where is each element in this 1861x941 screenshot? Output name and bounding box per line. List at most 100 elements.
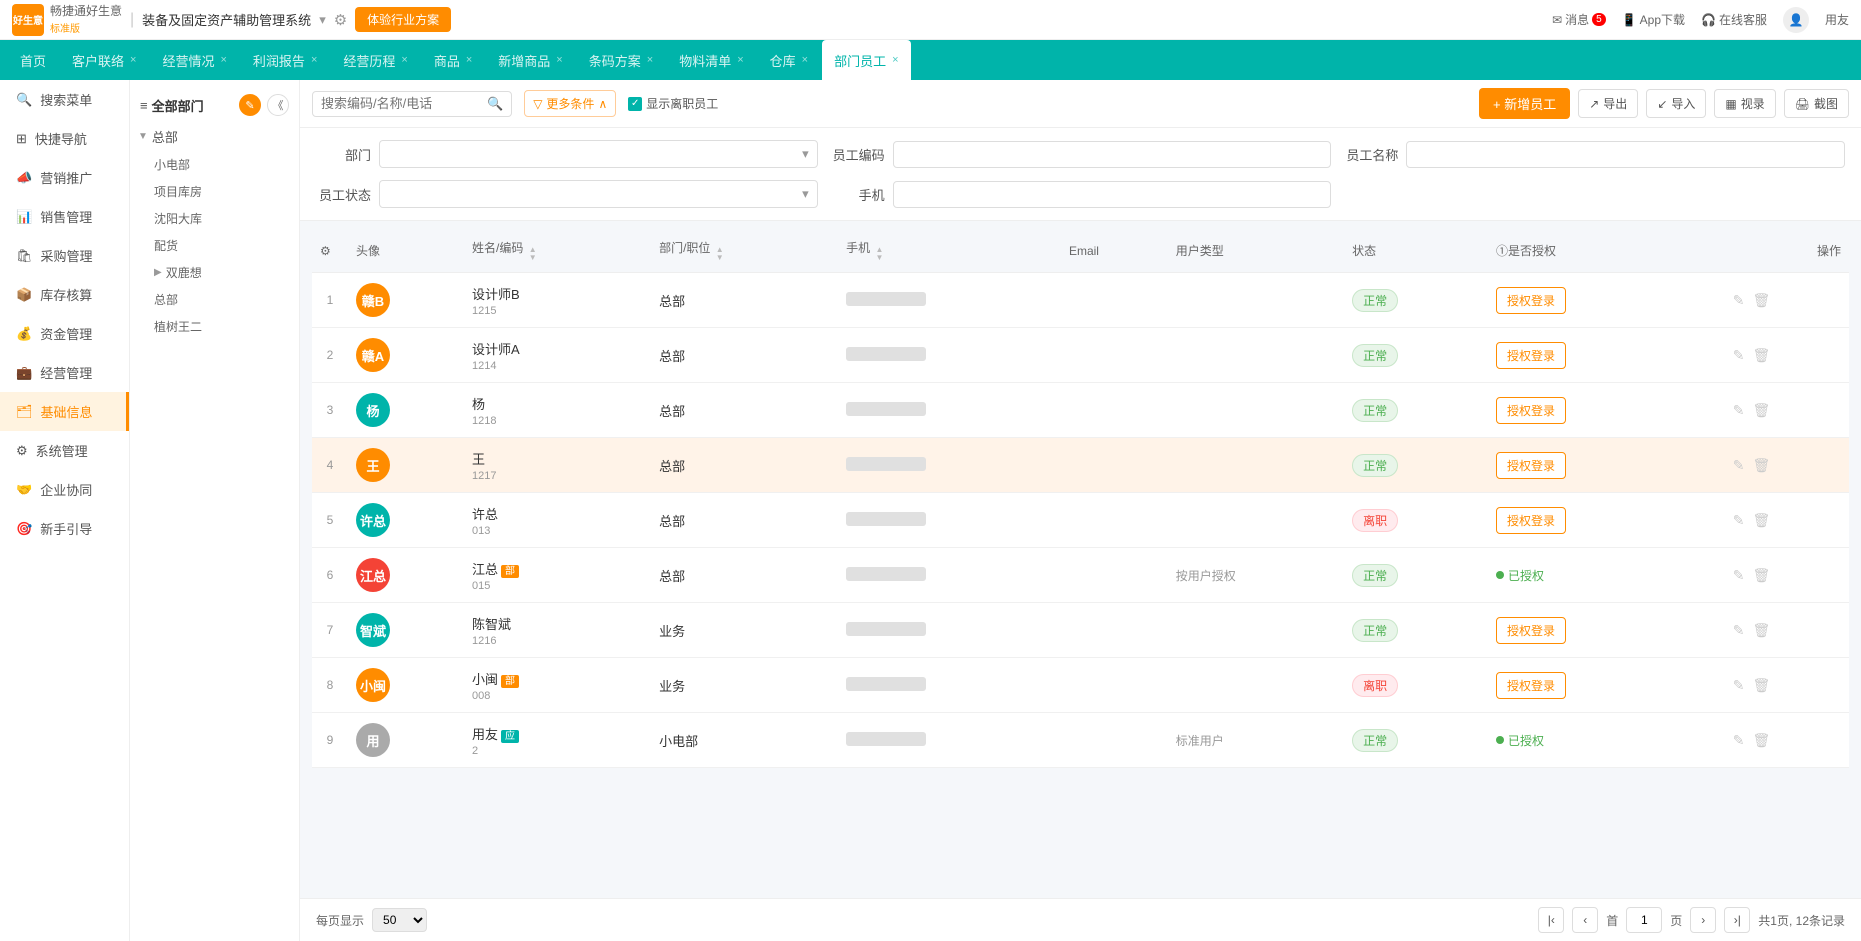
sidebar-item-shortcuts[interactable]: ⊞ 快捷导航 <box>0 119 129 158</box>
tree-node-shenyang[interactable]: 沈阳大库 <box>130 205 299 232</box>
edit-icon[interactable]: ✎ <box>1733 512 1745 529</box>
tree-node-project[interactable]: 项目库房 <box>130 178 299 205</box>
sidebar-item-guide[interactable]: 🎯 新手引导 <box>0 509 129 548</box>
sidebar-item-marketing[interactable]: 📣 营销推广 <box>0 158 129 197</box>
close-icon[interactable]: × <box>737 54 743 66</box>
nav-tab-barcode[interactable]: 条码方案 × <box>577 40 665 80</box>
import-btn[interactable]: ↙ 导入 <box>1646 89 1706 118</box>
nav-tab-profit[interactable]: 利润报告 × <box>241 40 329 80</box>
auth-login-btn[interactable]: 授权登录 <box>1496 397 1566 424</box>
edit-icon[interactable]: ✎ <box>1733 457 1745 474</box>
nav-tab-materials[interactable]: 物料清单 × <box>667 40 755 80</box>
auth-login-btn[interactable]: 授权登录 <box>1496 287 1566 314</box>
edit-icon[interactable]: ✎ <box>1733 732 1745 749</box>
tree-node-planting[interactable]: 植树王二 <box>130 313 299 340</box>
delete-icon[interactable]: 🗑 <box>1753 457 1771 474</box>
close-icon[interactable]: × <box>130 54 136 66</box>
user-avatar[interactable]: 👤 <box>1783 7 1809 33</box>
show-resigned-checkbox[interactable]: ✓ 显示离职员工 <box>628 95 718 112</box>
close-icon[interactable]: × <box>401 54 407 66</box>
sidebar-item-collab[interactable]: 🤝 企业协同 <box>0 470 129 509</box>
emp-name-input[interactable] <box>1406 141 1845 168</box>
nav-tab-department[interactable]: 部门员工 × <box>822 40 910 80</box>
sort-icon[interactable]: ▲▼ <box>876 246 884 262</box>
auth-login-btn[interactable]: 授权登录 <box>1496 617 1566 644</box>
sidebar-item-inventory[interactable]: 📦 库存核算 <box>0 275 129 314</box>
delete-icon[interactable]: 🗑 <box>1753 402 1771 419</box>
dropdown-arrow-icon[interactable]: ▾ <box>319 12 326 28</box>
nav-tab-home[interactable]: 首页 <box>8 40 58 80</box>
delete-icon[interactable]: 🗑 <box>1753 347 1771 364</box>
auth-login-btn[interactable]: 授权登录 <box>1496 342 1566 369</box>
add-employee-btn[interactable]: + 新增员工 <box>1479 88 1570 119</box>
close-icon[interactable]: × <box>311 54 317 66</box>
edit-icon[interactable]: ✎ <box>1733 622 1745 639</box>
search-input[interactable] <box>321 96 481 111</box>
tree-node-headquarters-child[interactable]: 总部 <box>130 286 299 313</box>
close-icon[interactable]: × <box>892 54 898 66</box>
nav-tab-history[interactable]: 经营历程 × <box>331 40 419 80</box>
tree-node-xiaodian[interactable]: 小电部 <box>130 151 299 178</box>
nav-tab-customer[interactable]: 客户联络 × <box>60 40 148 80</box>
delete-icon[interactable]: 🗑 <box>1753 512 1771 529</box>
close-icon[interactable]: × <box>802 54 808 66</box>
edit-icon[interactable]: ✎ <box>1733 292 1745 309</box>
delete-icon[interactable]: 🗑 <box>1753 622 1771 639</box>
nav-tab-warehouse[interactable]: 仓库 × <box>758 40 820 80</box>
export-btn[interactable]: ↗ 导出 <box>1578 89 1638 118</box>
row-user-type: 按用户授权 <box>1168 548 1344 603</box>
edit-icon[interactable]: ✎ <box>1733 677 1745 694</box>
auth-login-btn[interactable]: 授权登录 <box>1496 672 1566 699</box>
sidebar-item-purchase[interactable]: 🛍 采购管理 <box>0 236 129 275</box>
app-download-link[interactable]: 📱 App下载 <box>1622 11 1685 28</box>
nav-tab-new-goods[interactable]: 新增商品 × <box>486 40 574 80</box>
sidebar-item-sales[interactable]: 📊 销售管理 <box>0 197 129 236</box>
nav-tab-operation[interactable]: 经营情况 × <box>150 40 238 80</box>
edit-icon[interactable]: ✎ <box>1733 347 1745 364</box>
tree-node-distribution[interactable]: 配货 <box>130 232 299 259</box>
phone-input[interactable] <box>893 181 1332 208</box>
sidebar-item-finance[interactable]: 💰 资金管理 <box>0 314 129 353</box>
per-page-select[interactable]: 50 20 100 <box>372 908 427 932</box>
sidebar-item-system[interactable]: ⚙ 系统管理 <box>0 431 129 470</box>
trial-button[interactable]: 体验行业方案 <box>355 7 451 32</box>
settings-icon[interactable]: ⚙ <box>334 11 347 29</box>
print-btn[interactable]: 🖨 截图 <box>1784 89 1849 118</box>
delete-icon[interactable]: 🗑 <box>1753 567 1771 584</box>
close-icon[interactable]: × <box>647 54 653 66</box>
view-btn[interactable]: ▦ 视录 <box>1714 89 1775 118</box>
last-page-btn[interactable]: ›| <box>1724 907 1750 933</box>
emp-status-select[interactable]: ▾ <box>379 180 818 208</box>
auth-login-btn[interactable]: 授权登录 <box>1496 452 1566 479</box>
row-user-type: 标准用户 <box>1168 713 1344 768</box>
collapse-btn[interactable]: 《 <box>267 94 289 116</box>
first-page-btn[interactable]: |‹ <box>1538 907 1564 933</box>
edit-dept-btn[interactable]: ✎ <box>239 94 261 116</box>
sidebar-item-basic-info[interactable]: 🗂 基础信息 <box>0 392 129 431</box>
sidebar-item-management[interactable]: 💼 经营管理 <box>0 353 129 392</box>
next-page-btn[interactable]: › <box>1690 907 1716 933</box>
close-icon[interactable]: × <box>556 54 562 66</box>
nav-tab-goods[interactable]: 商品 × <box>422 40 484 80</box>
tree-node-double[interactable]: ▶ 双鹿想 <box>130 259 299 286</box>
page-input[interactable] <box>1626 907 1662 933</box>
messages-link[interactable]: ✉ 消息 5 <box>1552 11 1606 28</box>
col-settings[interactable]: ⚙ <box>312 229 348 273</box>
online-service-link[interactable]: 🎧 在线客服 <box>1701 11 1767 28</box>
close-icon[interactable]: × <box>220 54 226 66</box>
emp-code-input[interactable] <box>893 141 1332 168</box>
edit-icon[interactable]: ✎ <box>1733 567 1745 584</box>
close-icon[interactable]: × <box>466 54 472 66</box>
edit-icon[interactable]: ✎ <box>1733 402 1745 419</box>
delete-icon[interactable]: 🗑 <box>1753 677 1771 694</box>
sort-icon[interactable]: ▲▼ <box>529 246 537 262</box>
sort-icon[interactable]: ▲▼ <box>716 246 724 262</box>
prev-page-btn[interactable]: ‹ <box>1572 907 1598 933</box>
dept-filter-select[interactable]: ▾ <box>379 140 818 168</box>
sidebar-item-search[interactable]: 🔍 搜索菜单 <box>0 80 129 119</box>
delete-icon[interactable]: 🗑 <box>1753 292 1771 309</box>
tree-node-headquarters-parent[interactable]: ▼ 总部 <box>130 122 299 151</box>
delete-icon[interactable]: 🗑 <box>1753 732 1771 749</box>
more-filters-btn[interactable]: ▽ 更多条件 ∧ <box>524 90 616 117</box>
auth-login-btn[interactable]: 授权登录 <box>1496 507 1566 534</box>
